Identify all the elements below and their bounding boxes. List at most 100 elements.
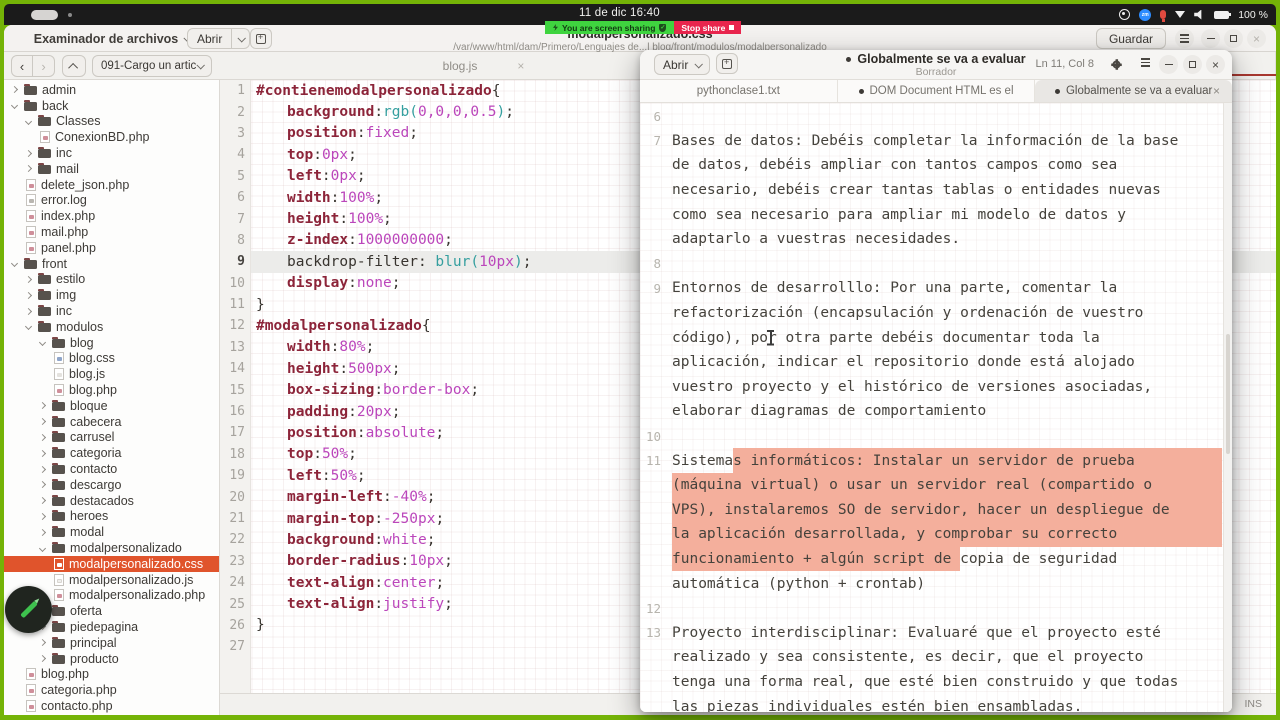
expander-icon[interactable] xyxy=(24,291,33,299)
open-split-button[interactable]: Abrir xyxy=(187,28,251,49)
token: fixed xyxy=(365,125,410,142)
location-dropdown[interactable]: 091-Cargo un articulo d... xyxy=(92,55,212,77)
tree-item-destacados[interactable]: destacados xyxy=(4,493,219,509)
expander-icon[interactable] xyxy=(38,481,47,489)
tree-item-img[interactable]: img xyxy=(4,287,219,303)
expander-icon[interactable] xyxy=(24,323,33,331)
tree-item-contacto[interactable]: contacto xyxy=(4,461,219,477)
close-tab-icon[interactable]: × xyxy=(517,59,524,73)
expander-icon[interactable] xyxy=(24,275,33,283)
minimize-button[interactable] xyxy=(1201,29,1220,48)
open-button[interactable]: Abrir xyxy=(654,54,711,75)
close-button[interactable]: × xyxy=(1247,29,1266,48)
expander-icon[interactable] xyxy=(38,418,47,426)
settings-button[interactable] xyxy=(1108,56,1124,72)
new-tab-button[interactable] xyxy=(250,28,272,49)
open-button[interactable]: Abrir xyxy=(187,28,233,49)
scrollbar-thumb[interactable] xyxy=(1226,334,1230,455)
expander-icon[interactable] xyxy=(38,544,47,552)
tree-item-cabecera[interactable]: cabecera xyxy=(4,414,219,430)
tree-item-delete_json.php[interactable]: delete_json.php xyxy=(4,177,219,193)
tree-item-error.log[interactable]: error.log xyxy=(4,193,219,209)
expander-icon[interactable] xyxy=(24,165,33,173)
forward-button[interactable]: › xyxy=(33,55,55,77)
expander-icon[interactable] xyxy=(38,655,47,663)
microphone-icon[interactable] xyxy=(1160,10,1167,22)
tree-item-Classes[interactable]: Classes xyxy=(4,114,219,130)
tree-item-index.php[interactable]: index.php xyxy=(4,208,219,224)
tree-item-blog.js[interactable]: blog.js xyxy=(4,366,219,382)
overlay-text-area[interactable]: 6 7 Bases de datos: Debéis completar la in… xyxy=(640,103,1232,712)
save-button[interactable]: Guardar xyxy=(1095,28,1166,49)
up-button[interactable] xyxy=(62,55,86,77)
expander-icon[interactable] xyxy=(38,433,47,441)
tree-item-blog.php[interactable]: blog.php xyxy=(4,382,219,398)
tree-item-heroes[interactable]: heroes xyxy=(4,509,219,525)
tree-item-principal[interactable]: principal xyxy=(4,635,219,651)
tree-item-bloque[interactable]: bloque xyxy=(4,398,219,414)
tree-item-estilo[interactable]: estilo xyxy=(4,272,219,288)
new-tab-button[interactable] xyxy=(716,53,738,74)
zoom-app-icon[interactable]: zm xyxy=(1139,8,1152,21)
tree-item-mail[interactable]: mail xyxy=(4,161,219,177)
annotation-fab-button[interactable] xyxy=(5,586,52,633)
tree-item-admin[interactable]: admin xyxy=(4,82,219,98)
tree-item-modalpersonalizado[interactable]: modalpersonalizado xyxy=(4,540,219,556)
tree-item-back[interactable]: back xyxy=(4,98,219,114)
tree-item-panel.php[interactable]: panel.php xyxy=(4,240,219,256)
expander-icon[interactable] xyxy=(38,512,47,520)
tab-pythonclase1.txt[interactable]: pythonclase1.txt xyxy=(640,80,838,102)
activities-pill[interactable] xyxy=(31,10,58,20)
expander-icon[interactable] xyxy=(38,465,47,473)
clock[interactable]: 11 de dic 16:40 xyxy=(579,7,660,19)
cursor-position-label[interactable]: Ln 11, Col 8 xyxy=(1035,58,1094,70)
expander-icon[interactable] xyxy=(10,102,19,110)
expander-icon[interactable] xyxy=(24,307,33,315)
obs-icon[interactable] xyxy=(1119,9,1131,20)
expander-icon[interactable] xyxy=(24,149,33,157)
expander-icon[interactable] xyxy=(38,339,47,347)
expander-icon[interactable] xyxy=(24,117,33,126)
network-icon[interactable] xyxy=(1175,11,1186,18)
tree-item-modalpersonalizado.js[interactable]: modalpersonalizado.js xyxy=(4,572,219,588)
expander-icon[interactable] xyxy=(38,528,47,536)
scrollbar[interactable] xyxy=(1223,103,1232,712)
expander-icon[interactable] xyxy=(38,497,47,505)
expander-icon[interactable] xyxy=(38,402,47,410)
back-button[interactable]: ‹ xyxy=(11,55,33,77)
tree-item-mail.php[interactable]: mail.php xyxy=(4,224,219,240)
expander-icon[interactable] xyxy=(38,449,47,457)
restore-button[interactable] xyxy=(1224,29,1243,48)
expander-icon[interactable] xyxy=(10,260,19,268)
tree-item-blog.php[interactable]: blog.php xyxy=(4,666,219,682)
tree-item-inc[interactable]: inc xyxy=(4,303,219,319)
tree-item-contacto.php[interactable]: contacto.php xyxy=(4,698,219,714)
tree-item-categoria[interactable]: categoria xyxy=(4,445,219,461)
menu-button[interactable] xyxy=(1141,58,1150,67)
system-tray[interactable]: zm 100 % xyxy=(1119,4,1268,25)
tree-item-descargo[interactable]: descargo xyxy=(4,477,219,493)
stop-share-button[interactable]: Stop share xyxy=(674,21,742,34)
tree-item-blog.css[interactable]: blog.css xyxy=(4,351,219,367)
tree-item-front[interactable]: front xyxy=(4,256,219,272)
open-recent-dropdown[interactable] xyxy=(232,28,251,49)
tree-item-carrusel[interactable]: carrusel xyxy=(4,430,219,446)
expander-icon[interactable] xyxy=(10,86,19,94)
tab-Globalmente se va a evaluar[interactable]: Globalmente se va a evaluar × xyxy=(1035,80,1233,102)
tree-item-blog[interactable]: blog xyxy=(4,335,219,351)
tree-item-producto[interactable]: producto xyxy=(4,651,219,667)
minimize-button[interactable] xyxy=(1159,55,1178,74)
restore-button[interactable] xyxy=(1183,55,1202,74)
tree-item-inc[interactable]: inc xyxy=(4,145,219,161)
tree-item-ConexionBD.php[interactable]: ConexionBD.php xyxy=(4,129,219,145)
tree-item-modalpersonalizado.css[interactable]: modalpersonalizado.css xyxy=(4,555,219,572)
expander-icon[interactable] xyxy=(38,639,47,647)
tree-item-modal[interactable]: modal xyxy=(4,524,219,540)
volume-icon[interactable] xyxy=(1194,9,1202,20)
close-tab-icon[interactable]: × xyxy=(1213,84,1220,98)
close-button[interactable]: × xyxy=(1206,55,1225,74)
tab-DOM Document HTML es el[interactable]: DOM Document HTML es el xyxy=(838,80,1036,102)
tree-item-modulos[interactable]: modulos xyxy=(4,319,219,335)
menu-button[interactable] xyxy=(1175,29,1194,48)
tree-item-categoria.php[interactable]: categoria.php xyxy=(4,682,219,698)
